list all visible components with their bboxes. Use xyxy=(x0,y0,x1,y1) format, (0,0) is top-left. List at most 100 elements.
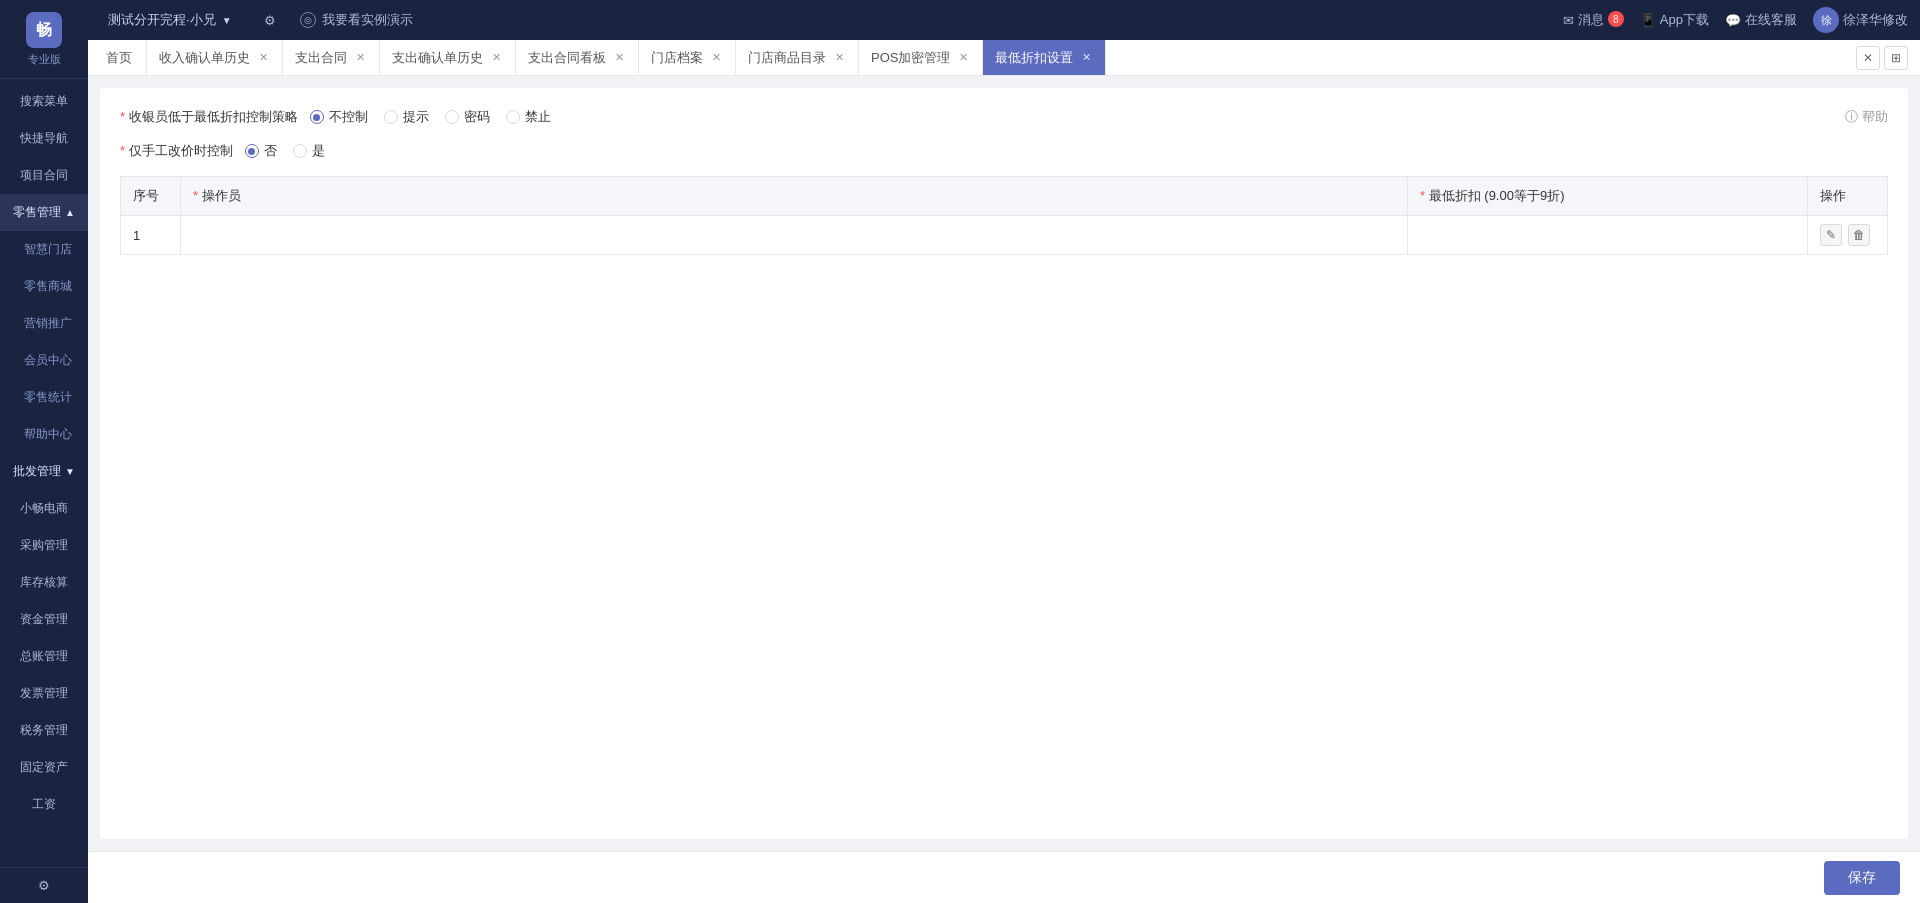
policy-remind[interactable]: 提示 xyxy=(384,108,429,126)
tabs-actions: ✕ ⊞ xyxy=(1848,46,1916,70)
manual-yes[interactable]: 是 xyxy=(293,142,325,160)
close-payment-confirm[interactable]: ✕ xyxy=(489,51,503,65)
message-button[interactable]: ✉ 消息 8 xyxy=(1563,11,1624,29)
policy-form-row: * 收银员低于最低折扣控制策略 不控制 提示 密码 xyxy=(120,108,1888,126)
content-area: ⓘ 帮助 * 收银员低于最低折扣控制策略 不控制 提示 xyxy=(88,76,1920,851)
sidebar: 畅 专业版 搜索菜单 快捷导航 项目合同 零售管理 ▲ 智慧门店 零售商城 营销… xyxy=(0,0,88,903)
app-download-button[interactable]: 📱 App下载 xyxy=(1640,11,1709,29)
project-dropdown-icon: ▼ xyxy=(222,15,232,26)
demo-link[interactable]: ◎ 我要看实例演示 xyxy=(300,11,413,29)
demo-icon: ◎ xyxy=(300,12,316,28)
col-header-seq: 序号 xyxy=(121,177,181,216)
tab-payment-contract[interactable]: 支出合同 ✕ xyxy=(283,40,380,76)
sidebar-item-capital[interactable]: 资金管理 xyxy=(0,601,88,638)
sidebar-item-smart-store[interactable]: 智慧门店 xyxy=(0,231,88,268)
user-menu[interactable]: 徐 徐泽华修改 xyxy=(1813,7,1908,33)
policy-forbid[interactable]: 禁止 xyxy=(506,108,551,126)
tab-pos-secret[interactable]: POS加密管理 ✕ xyxy=(859,40,983,76)
sidebar-item-tax[interactable]: 税务管理 xyxy=(0,712,88,749)
expand-tab-button[interactable]: ⊞ xyxy=(1884,46,1908,70)
policy-radio-group: 不控制 提示 密码 禁止 xyxy=(310,108,551,126)
edit-row-button[interactable]: ✎ xyxy=(1820,224,1842,246)
close-store-goods[interactable]: ✕ xyxy=(832,51,846,65)
radio-no-control-circle xyxy=(310,110,324,124)
manual-radio-group: 否 是 xyxy=(245,142,325,160)
service-icon: 💬 xyxy=(1725,13,1741,28)
policy-label: * 收银员低于最低折扣控制策略 xyxy=(120,108,298,126)
close-store-file[interactable]: ✕ xyxy=(709,51,723,65)
sidebar-settings[interactable]: ⚙ xyxy=(0,867,88,903)
tab-home[interactable]: 首页 xyxy=(92,40,147,76)
settings-icon: ⚙ xyxy=(38,878,50,893)
tab-min-discount[interactable]: 最低折扣设置 ✕ xyxy=(983,40,1106,76)
tab-store-goods[interactable]: 门店商品目录 ✕ xyxy=(736,40,859,76)
delete-row-button[interactable]: 🗑 xyxy=(1848,224,1870,246)
close-payment-contract[interactable]: ✕ xyxy=(353,51,367,65)
bottom-bar: 保存 xyxy=(88,851,1920,903)
sidebar-item-online-store[interactable]: 零售商城 xyxy=(0,268,88,305)
user-avatar: 徐 xyxy=(1813,7,1839,33)
sidebar-item-wholesale[interactable]: 批发管理 ▼ xyxy=(0,453,88,490)
close-tab-button[interactable]: ✕ xyxy=(1856,46,1880,70)
sidebar-item-retail-stats[interactable]: 零售统计 xyxy=(0,379,88,416)
sidebar-item-invoice[interactable]: 发票管理 xyxy=(0,675,88,712)
sidebar-item-marketing[interactable]: 营销推广 xyxy=(0,305,88,342)
edit-icon: ✎ xyxy=(1826,228,1836,242)
sidebar-item-search[interactable]: 搜索菜单 xyxy=(0,83,88,120)
sidebar-item-member[interactable]: 会员中心 xyxy=(0,342,88,379)
radio-password-circle xyxy=(445,110,459,124)
close-min-discount[interactable]: ✕ xyxy=(1079,51,1093,65)
app-edition: 专业版 xyxy=(28,52,61,66)
table-row: 1 ✎ 🗑 xyxy=(121,216,1888,255)
sidebar-item-purchase[interactable]: 采购管理 xyxy=(0,527,88,564)
delete-icon: 🗑 xyxy=(1853,228,1865,242)
tab-store-file[interactable]: 门店档案 ✕ xyxy=(639,40,736,76)
sidebar-item-account[interactable]: 总账管理 xyxy=(0,638,88,675)
discount-table: 序号 * 操作员 * 最低折扣 (9.00等于9折) 操作 xyxy=(120,176,1888,255)
app-logo: 畅 专业版 xyxy=(0,0,88,79)
policy-no-control[interactable]: 不控制 xyxy=(310,108,368,126)
help-icon: ⓘ xyxy=(1845,108,1858,126)
tab-payment-confirm[interactable]: 支出确认单历史 ✕ xyxy=(380,40,516,76)
close-payment-board[interactable]: ✕ xyxy=(612,51,626,65)
policy-password[interactable]: 密码 xyxy=(445,108,490,126)
save-button[interactable]: 保存 xyxy=(1824,861,1900,895)
close-income-confirm[interactable]: ✕ xyxy=(256,51,270,65)
online-service-button[interactable]: 💬 在线客服 xyxy=(1725,11,1797,29)
cell-operator xyxy=(181,216,1408,255)
close-pos-secret[interactable]: ✕ xyxy=(956,51,970,65)
sidebar-item-inventory[interactable]: 库存核算 xyxy=(0,564,88,601)
main-area: 测试分开完程·小兄 ▼ ⚙ ◎ 我要看实例演示 ✉ 消息 8 📱 App下载 💬… xyxy=(88,0,1920,903)
cell-discount xyxy=(1408,216,1808,255)
topbar: 测试分开完程·小兄 ▼ ⚙ ◎ 我要看实例演示 ✉ 消息 8 📱 App下载 💬… xyxy=(88,0,1920,40)
manual-label: * 仅手工改价时控制 xyxy=(120,142,233,160)
col-header-actions: 操作 xyxy=(1808,177,1888,216)
col-header-operator: * 操作员 xyxy=(181,177,1408,216)
radio-manual-no-circle xyxy=(245,144,259,158)
sidebar-item-help[interactable]: 帮助中心 xyxy=(0,416,88,453)
topbar-settings-button[interactable]: ⚙ xyxy=(256,6,284,34)
sidebar-item-ecommerce[interactable]: 小畅电商 xyxy=(0,490,88,527)
project-name: 测试分开完程·小兄 xyxy=(108,11,216,29)
manual-no[interactable]: 否 xyxy=(245,142,277,160)
project-selector[interactable]: 测试分开完程·小兄 ▼ xyxy=(100,7,240,33)
radio-manual-yes-circle xyxy=(293,144,307,158)
tab-income-confirm[interactable]: 收入确认单历史 ✕ xyxy=(147,40,283,76)
row-actions: ✎ 🗑 xyxy=(1820,224,1875,246)
logo-icon: 畅 xyxy=(26,12,62,48)
radio-remind-circle xyxy=(384,110,398,124)
topbar-right: ✉ 消息 8 📱 App下载 💬 在线客服 徐 徐泽华修改 xyxy=(1563,7,1908,33)
tab-payment-board[interactable]: 支出合同看板 ✕ xyxy=(516,40,639,76)
message-badge: 8 xyxy=(1608,11,1624,27)
sidebar-item-retail[interactable]: 零售管理 ▲ xyxy=(0,194,88,231)
sidebar-item-quicknav[interactable]: 快捷导航 xyxy=(0,120,88,157)
wholesale-arrow-icon: ▼ xyxy=(65,466,75,477)
sidebar-item-fixed-assets[interactable]: 固定资产 xyxy=(0,749,88,786)
page-card: ⓘ 帮助 * 收银员低于最低折扣控制策略 不控制 提示 xyxy=(100,88,1908,839)
retail-arrow-icon: ▲ xyxy=(65,207,75,218)
sidebar-item-contract[interactable]: 项目合同 xyxy=(0,157,88,194)
help-button[interactable]: ⓘ 帮助 xyxy=(1845,108,1888,126)
tabs-bar: 首页 收入确认单历史 ✕ 支出合同 ✕ 支出确认单历史 ✕ 支出合同看板 ✕ 门… xyxy=(88,40,1920,76)
sidebar-item-payroll[interactable]: 工资 xyxy=(0,786,88,823)
gear-icon: ⚙ xyxy=(264,13,276,28)
